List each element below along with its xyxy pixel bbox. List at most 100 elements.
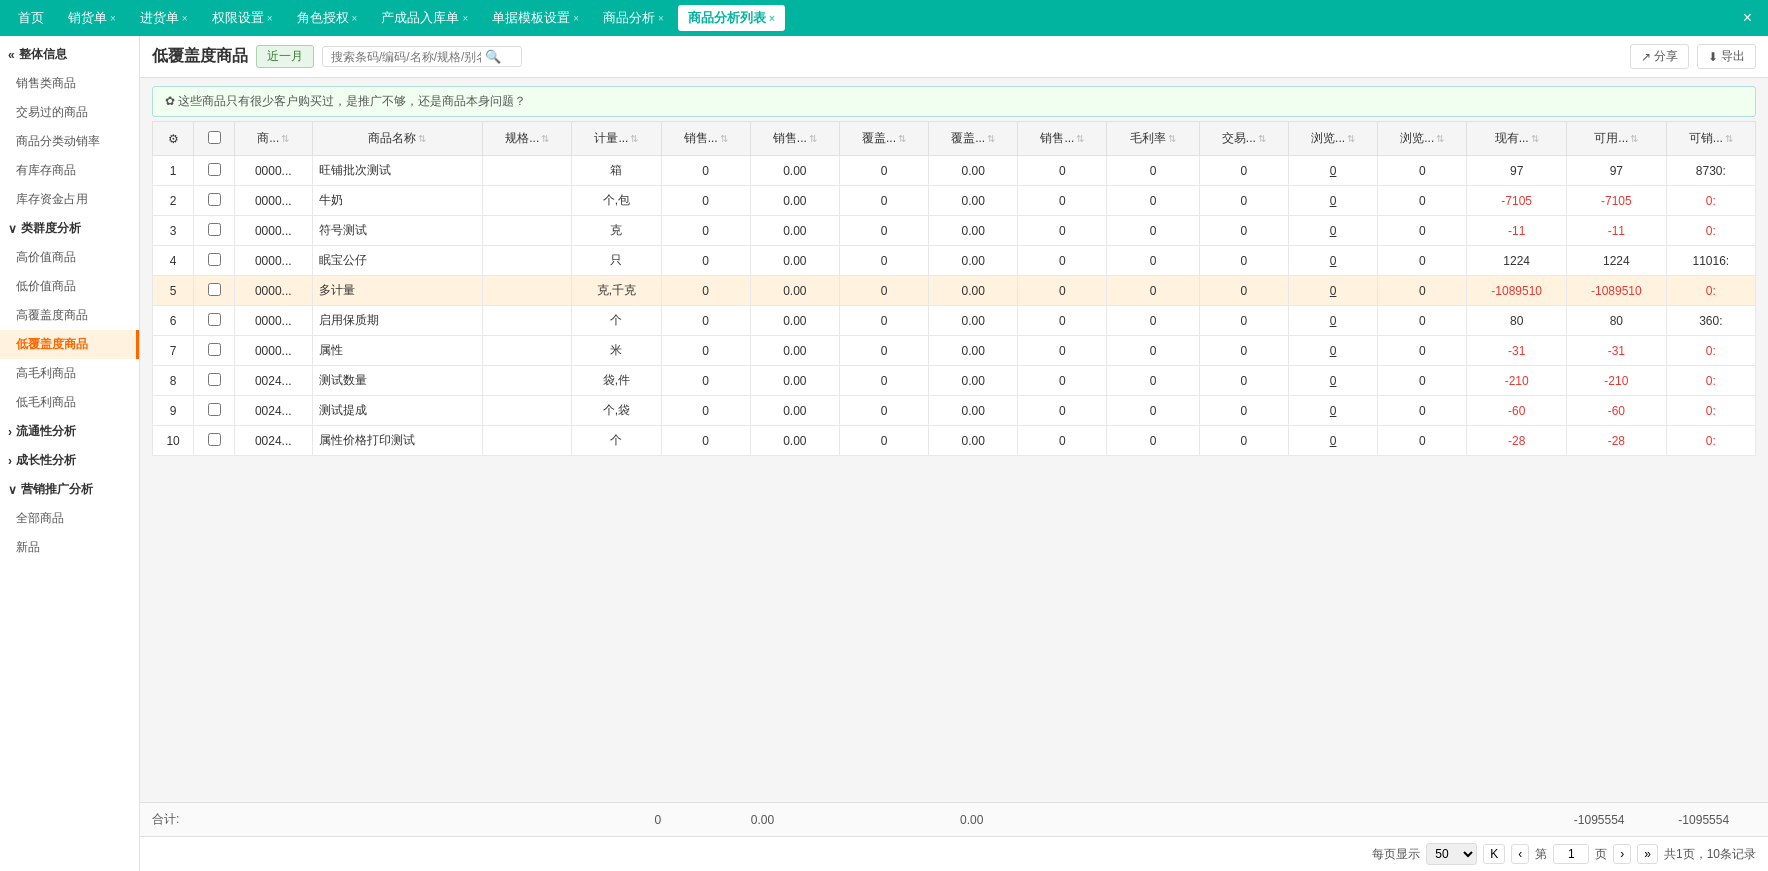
row-checkbox[interactable] [194, 306, 235, 336]
row-checkbox[interactable] [194, 396, 235, 426]
col-available[interactable]: 可用...⇅ [1567, 122, 1667, 156]
sidebar-item-new-goods[interactable]: 新品 [0, 533, 139, 562]
row-spec [483, 336, 572, 366]
nav-close-roles[interactable]: × [352, 13, 358, 24]
sidebar-item-low-coverage[interactable]: 低覆盖度商品 [0, 330, 139, 359]
export-button[interactable]: ⬇ 导出 [1697, 44, 1756, 69]
per-page-select[interactable]: 50 20 100 [1426, 843, 1477, 865]
nav-item-home[interactable]: 首页 [8, 5, 54, 31]
sidebar-item-traded-goods[interactable]: 交易过的商品 [0, 98, 139, 127]
row-browse2: 0 [1378, 156, 1467, 186]
row-sale-amt: 0.00 [750, 186, 839, 216]
date-filter-button[interactable]: 近一月 [256, 45, 314, 68]
nav-item-templates[interactable]: 单据模板设置 × [482, 5, 589, 31]
row-checkbox[interactable] [194, 276, 235, 306]
col-coverage2[interactable]: 覆盖...⇅ [929, 122, 1018, 156]
sidebar-section-overview[interactable]: « 整体信息 [0, 40, 139, 69]
row-sale-count: 0 [1018, 336, 1107, 366]
sidebar-item-high-coverage[interactable]: 高覆盖度商品 [0, 301, 139, 330]
row-checkbox[interactable] [194, 186, 235, 216]
sidebar-item-stocked-goods[interactable]: 有库存商品 [0, 156, 139, 185]
nav-close-templates[interactable]: × [573, 13, 579, 24]
col-unit[interactable]: 计量...⇅ [572, 122, 661, 156]
sidebar-section-growth[interactable]: › 成长性分析 [0, 446, 139, 475]
col-sale-amt[interactable]: 销售...⇅ [750, 122, 839, 156]
row-sale-qty: 0 [661, 426, 750, 456]
row-number: 2 [153, 186, 194, 216]
col-settings[interactable]: ⚙ [153, 122, 194, 156]
sort-icon-cov2: ⇅ [987, 133, 995, 144]
nav-item-permissions[interactable]: 权限设置 × [202, 5, 283, 31]
col-spec[interactable]: 规格...⇅ [483, 122, 572, 156]
sidebar-item-inventory-capital[interactable]: 库存资金占用 [0, 185, 139, 214]
sidebar-item-category-rate[interactable]: 商品分类动销率 [0, 127, 139, 156]
sidebar-item-low-value[interactable]: 低价值商品 [0, 272, 139, 301]
row-sale-qty: 0 [661, 276, 750, 306]
next-page-button[interactable]: › [1613, 844, 1631, 864]
total-current-stock: -1095554 [1547, 813, 1652, 827]
nav-item-analytics-list[interactable]: 商品分析列表 × [678, 5, 785, 31]
nav-close-sales[interactable]: × [110, 13, 116, 24]
last-page-button[interactable]: » [1637, 844, 1658, 864]
top-navigation: 首页 销货单 × 进货单 × 权限设置 × 角色授权 × 产成品入库单 × 单据… [0, 0, 1768, 36]
nav-item-inventory[interactable]: 产成品入库单 × [371, 5, 478, 31]
page-title: 低覆盖度商品 [152, 46, 248, 67]
row-checkbox[interactable] [194, 366, 235, 396]
sidebar-item-high-margin[interactable]: 高毛利商品 [0, 359, 139, 388]
info-banner: ✿ 这些商品只有很少客户购买过，是推广不够，还是商品本身问题？ [152, 86, 1756, 117]
table-row: 50000...多计量克,千克00.0000.0000000-1089510-1… [153, 276, 1756, 306]
nav-item-purchase[interactable]: 进货单 × [130, 5, 198, 31]
col-sellable[interactable]: 可销...⇅ [1666, 122, 1755, 156]
row-sale-count: 0 [1018, 186, 1107, 216]
row-name: 眠宝公仔 [312, 246, 483, 276]
col-gross-margin[interactable]: 毛利率⇅ [1107, 122, 1199, 156]
row-checkbox[interactable] [194, 426, 235, 456]
share-button[interactable]: ↗ 分享 [1630, 44, 1689, 69]
row-gross-margin: 0 [1107, 426, 1199, 456]
nav-item-analytics[interactable]: 商品分析 × [593, 5, 674, 31]
window-close-button[interactable]: × [1735, 9, 1760, 27]
current-page-input[interactable] [1553, 844, 1589, 864]
row-checkbox[interactable] [194, 336, 235, 366]
sidebar-item-all-goods[interactable]: 全部商品 [0, 504, 139, 533]
col-checkbox[interactable] [194, 122, 235, 156]
nav-close-analytics-list[interactable]: × [769, 13, 775, 24]
sidebar-item-high-value[interactable]: 高价值商品 [0, 243, 139, 272]
nav-item-sales[interactable]: 销货单 × [58, 5, 126, 31]
col-code[interactable]: 商...⇅ [234, 122, 312, 156]
row-checkbox[interactable] [194, 216, 235, 246]
row-unit: 个 [572, 426, 661, 456]
col-trade[interactable]: 交易...⇅ [1199, 122, 1288, 156]
row-sale-qty: 0 [661, 156, 750, 186]
table-row: 10000...旺铺批次测试箱00.0000.000000097978730: [153, 156, 1756, 186]
nav-close-purchase[interactable]: × [182, 13, 188, 24]
row-spec [483, 246, 572, 276]
sidebar-section-cluster[interactable]: ∨ 类群度分析 [0, 214, 139, 243]
select-all-checkbox[interactable] [208, 131, 221, 144]
nav-close-permissions[interactable]: × [267, 13, 273, 24]
col-name[interactable]: 商品名称⇅ [312, 122, 483, 156]
sidebar-section-circulation[interactable]: › 流通性分析 [0, 417, 139, 446]
search-input[interactable] [331, 50, 481, 64]
sidebar-item-low-margin[interactable]: 低毛利商品 [0, 388, 139, 417]
row-checkbox[interactable] [194, 246, 235, 276]
row-available-stock: 80 [1567, 306, 1667, 336]
col-coverage1[interactable]: 覆盖...⇅ [839, 122, 928, 156]
row-sellable: 11016: [1666, 246, 1755, 276]
row-checkbox[interactable] [194, 156, 235, 186]
col-current-stock[interactable]: 现有...⇅ [1467, 122, 1567, 156]
sidebar-section-marketing[interactable]: ∨ 营销推广分析 [0, 475, 139, 504]
col-sale-qty[interactable]: 销售...⇅ [661, 122, 750, 156]
row-name: 启用保质期 [312, 306, 483, 336]
first-page-button[interactable]: K [1483, 844, 1505, 864]
row-name: 牛奶 [312, 186, 483, 216]
col-sale-count[interactable]: 销售...⇅ [1018, 122, 1107, 156]
sidebar-item-sales-goods[interactable]: 销售类商品 [0, 69, 139, 98]
nav-close-inventory[interactable]: × [462, 13, 468, 24]
nav-item-roles[interactable]: 角色授权 × [287, 5, 368, 31]
prev-page-button[interactable]: ‹ [1511, 844, 1529, 864]
col-browse1[interactable]: 浏览...⇅ [1288, 122, 1377, 156]
col-browse2[interactable]: 浏览...⇅ [1378, 122, 1467, 156]
data-table: ⚙ 商...⇅ 商品名称⇅ 规格...⇅ 计量...⇅ 销售...⇅ 销售...… [152, 121, 1756, 456]
nav-close-analytics[interactable]: × [658, 13, 664, 24]
